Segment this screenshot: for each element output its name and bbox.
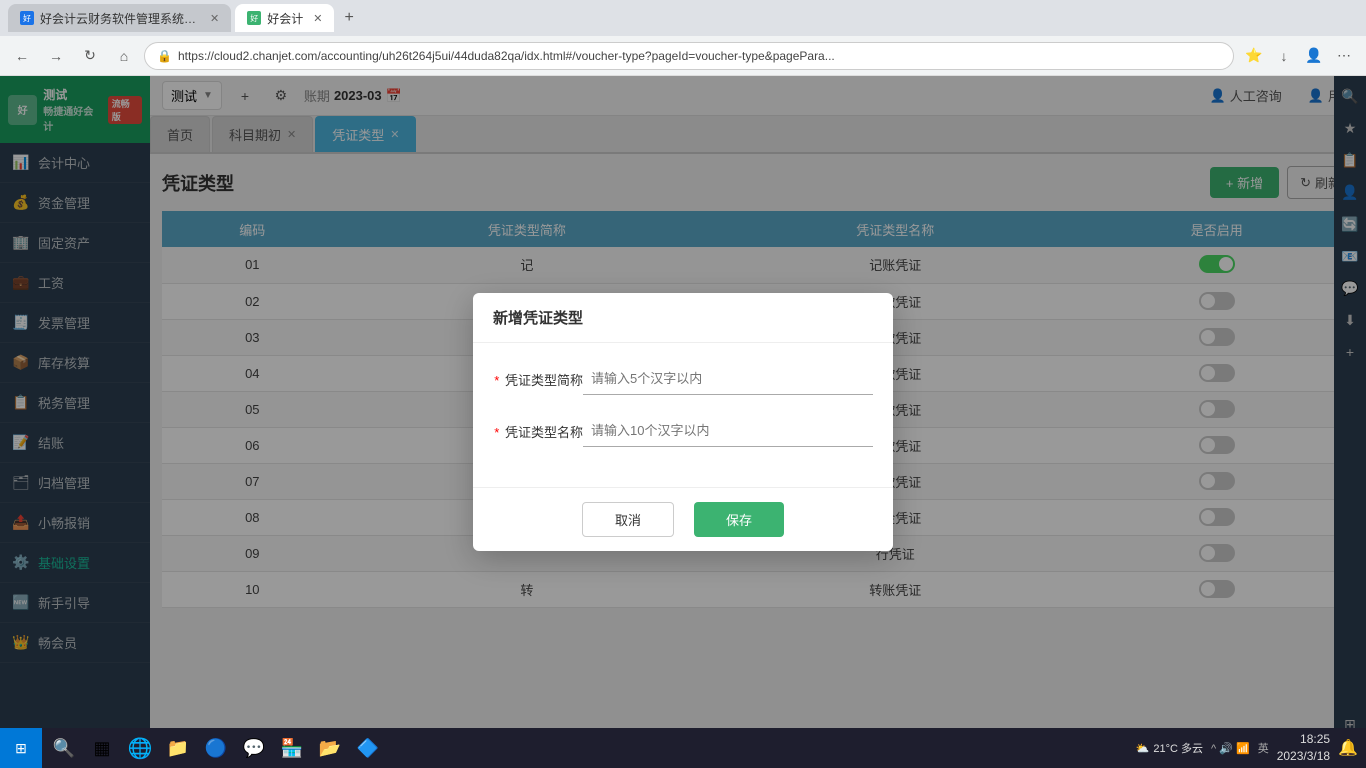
taskbar-time-display: 18:25 — [1277, 731, 1330, 748]
profile-icon[interactable]: 👤 — [1300, 42, 1328, 70]
tab1-favicon: 好 — [20, 11, 34, 25]
taskbar: ⊞ 🔍 ▦ 🌐 📁 🔵 💬 🏪 📂 🔷 ⛅ 21°C 多云 ^ 🔊 📶 英 18… — [0, 728, 1366, 768]
back-button[interactable]: ← — [8, 42, 36, 70]
tab2-close[interactable]: ✕ — [313, 12, 322, 25]
tab2-label: 好会计 — [267, 10, 303, 27]
browser-controls: ← → ↻ ⌂ 🔒 https://cloud2.chanjet.com/acc… — [0, 36, 1366, 76]
abbr-form-row: * 凭证类型简称 — [493, 363, 873, 395]
taskbar-icons: 🔍 ▦ 🌐 📁 🔵 💬 🏪 📂 🔷 — [42, 729, 390, 767]
taskbar-explorer[interactable]: 📁 — [160, 729, 196, 767]
name-input[interactable] — [583, 415, 873, 447]
more-icon[interactable]: ⋯ — [1330, 42, 1358, 70]
taskbar-search[interactable]: 🔍 — [46, 729, 82, 767]
modal-footer: 取消 保存 — [473, 487, 893, 551]
refresh-button[interactable]: ↻ — [76, 42, 104, 70]
taskbar-wechat[interactable]: 💬 — [236, 729, 272, 767]
taskbar-weather: ⛅ 21°C 多云 — [1136, 740, 1203, 756]
weather-text: 21°C 多云 — [1153, 740, 1203, 756]
browser-tab-bar: 好 好会计云财务软件管理系统_会计 ✕ 好 好会计 ✕ + — [0, 0, 1366, 36]
name-label: * 凭证类型名称 — [493, 422, 583, 441]
save-button[interactable]: 保存 — [694, 502, 784, 537]
taskbar-chrome[interactable]: 🔵 — [198, 729, 234, 767]
weather-icon: ⛅ — [1136, 742, 1150, 755]
home-button[interactable]: ⌂ — [110, 42, 138, 70]
start-button[interactable]: ⊞ — [0, 728, 42, 768]
taskbar-lang: 英 — [1258, 740, 1269, 756]
taskbar-right: ⛅ 21°C 多云 ^ 🔊 📶 英 18:25 2023/3/18 🔔 — [1128, 731, 1366, 765]
abbr-label: * 凭证类型简称 — [493, 370, 583, 389]
cancel-button[interactable]: 取消 — [582, 502, 674, 537]
modal-dialog: 新增凭证类型 * 凭证类型简称 * 凭证类型名称 取消 保存 — [473, 293, 893, 551]
notification-icon[interactable]: 🔔 — [1338, 738, 1358, 758]
modal-title: 新增凭证类型 — [493, 310, 583, 327]
tab1-label: 好会计云财务软件管理系统_会计 — [40, 10, 200, 27]
taskbar-date-display: 2023/3/18 — [1277, 748, 1330, 765]
abbr-input[interactable] — [583, 363, 873, 395]
taskbar-taskview[interactable]: ▦ — [84, 729, 120, 767]
taskbar-browser[interactable]: 🌐 — [122, 729, 158, 767]
taskbar-network-icons: ^ 🔊 📶 — [1211, 742, 1250, 755]
modal-header: 新增凭证类型 — [473, 293, 893, 343]
name-required-mark: * — [494, 425, 499, 440]
browser-toolbar-icons: ⭐ ↓ 👤 ⋯ — [1240, 42, 1358, 70]
abbr-required-mark: * — [494, 373, 499, 388]
extensions-icon[interactable]: ⭐ — [1240, 42, 1268, 70]
browser-tab-2[interactable]: 好 好会计 ✕ — [235, 4, 334, 32]
modal-overlay: 新增凭证类型 * 凭证类型简称 * 凭证类型名称 取消 保存 — [0, 76, 1366, 768]
new-tab-button[interactable]: + — [338, 9, 359, 27]
address-bar[interactable]: 🔒 https://cloud2.chanjet.com/accounting/… — [144, 42, 1234, 70]
tab1-close[interactable]: ✕ — [210, 12, 219, 25]
taskbar-appstore[interactable]: 🏪 — [274, 729, 310, 767]
taskbar-edge[interactable]: 🔷 — [350, 729, 386, 767]
modal-body: * 凭证类型简称 * 凭证类型名称 — [473, 343, 893, 487]
address-text: https://cloud2.chanjet.com/accounting/uh… — [178, 49, 1221, 63]
name-form-row: * 凭证类型名称 — [493, 415, 873, 447]
forward-button[interactable]: → — [42, 42, 70, 70]
browser-tab-1[interactable]: 好 好会计云财务软件管理系统_会计 ✕ — [8, 4, 231, 32]
tab2-favicon: 好 — [247, 11, 261, 25]
taskbar-folder2[interactable]: 📂 — [312, 729, 348, 767]
taskbar-datetime: 18:25 2023/3/18 — [1277, 731, 1330, 765]
download-icon[interactable]: ↓ — [1270, 42, 1298, 70]
